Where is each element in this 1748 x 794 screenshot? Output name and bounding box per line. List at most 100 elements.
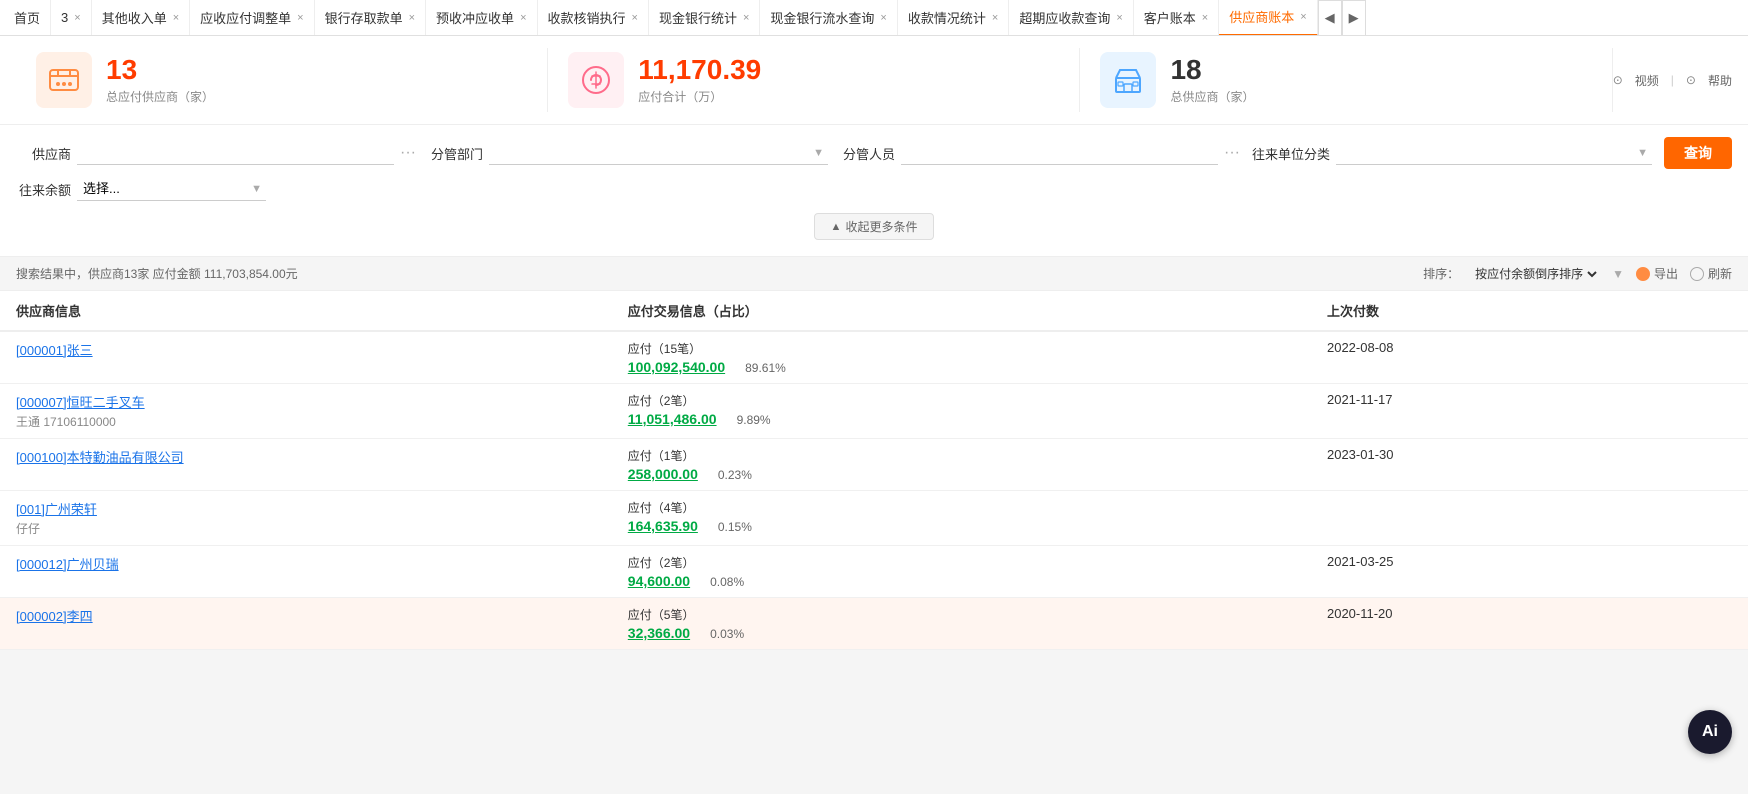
col-header-lastpay: 上次付数 bbox=[1311, 291, 1748, 331]
nav-tab-other-income[interactable]: 其他收入单 × bbox=[92, 0, 190, 36]
last-payment-cell: 2021-03-25 bbox=[1311, 546, 1748, 598]
nav-tab-3[interactable]: 3 × bbox=[51, 0, 92, 36]
close-icon[interactable]: × bbox=[880, 12, 886, 24]
supplier-info-cell: [000002]李四 bbox=[0, 598, 612, 650]
balance-filter: 往来余额 选择... ▼ bbox=[16, 177, 266, 201]
close-icon[interactable]: × bbox=[992, 12, 998, 24]
supplier-link[interactable]: [000002]李四 bbox=[16, 609, 93, 624]
nav-tab-customer-ledger[interactable]: 客户账本 × bbox=[1134, 0, 1219, 36]
chevron-up-icon: ▲ bbox=[831, 221, 842, 233]
total-supplier-label: 总供应商（家） bbox=[1170, 88, 1254, 105]
nav-tab-bank-deposit[interactable]: 银行存取款单 × bbox=[315, 0, 426, 36]
close-icon[interactable]: × bbox=[409, 12, 415, 24]
last-payment-cell: 2020-11-20 bbox=[1311, 598, 1748, 650]
summary-bar: 13 总应付供应商（家） 11,170.39 应付合计（万） bbox=[0, 36, 1748, 125]
nav-tab-cash-bank-stat[interactable]: 现金银行统计 × bbox=[649, 0, 760, 36]
close-icon[interactable]: × bbox=[520, 12, 526, 24]
nav-tab-home[interactable]: 首页 bbox=[4, 0, 51, 36]
supplier-table: 供应商信息 应付交易信息（占比） 上次付数 [000001]张三应付（15笔）1… bbox=[0, 291, 1748, 650]
tx-info-cell: 应付（1笔）258,000.000.23% bbox=[612, 439, 1311, 491]
tx-percentage: 0.08% bbox=[710, 575, 744, 589]
video-link[interactable]: 视频 bbox=[1635, 72, 1659, 89]
tx-percentage: 0.23% bbox=[718, 468, 752, 482]
supplier-link[interactable]: [000001]张三 bbox=[16, 343, 93, 358]
total-payable-label: 应付合计（万） bbox=[638, 88, 761, 105]
nav-prev-arrow[interactable]: ◀ bbox=[1318, 0, 1342, 36]
supplier-link[interactable]: [000100]本特勤油品有限公司 bbox=[16, 450, 184, 465]
export-button[interactable]: 导出 bbox=[1636, 265, 1678, 282]
tx-info-cell: 应付（2笔） 94,600.00 0.08% bbox=[612, 546, 1311, 598]
balance-filter-label: 往来余额 bbox=[16, 180, 71, 199]
last-payment-cell: 2021-11-17 bbox=[1311, 384, 1748, 439]
ai-button[interactable]: Ai bbox=[1688, 710, 1732, 754]
category-filter: 往来单位分类 ▼ bbox=[1252, 141, 1652, 165]
supplier-link[interactable]: [000012]广州贝瑞 bbox=[16, 557, 119, 572]
close-icon[interactable]: × bbox=[1300, 11, 1306, 23]
last-payment-cell: 2022-08-08 bbox=[1311, 331, 1748, 384]
help-link[interactable]: 帮助 bbox=[1708, 72, 1732, 89]
supplier-search-dots[interactable]: ··· bbox=[400, 144, 416, 162]
tx-amount[interactable]: 100,092,540.00 bbox=[628, 359, 725, 375]
search-button[interactable]: 查询 bbox=[1664, 137, 1732, 169]
close-icon[interactable]: × bbox=[1202, 12, 1208, 24]
tx-count: 应付（5笔） bbox=[628, 606, 1295, 623]
summary-card-total-payable: 11,170.39 应付合计（万） bbox=[548, 48, 1080, 112]
collapse-button[interactable]: ▲ 收起更多条件 bbox=[814, 213, 935, 240]
help-links: ⊙ 视频 | ⊙ 帮助 bbox=[1613, 48, 1732, 112]
last-payment-cell: 2023-01-30 bbox=[1311, 439, 1748, 491]
filter-area: 供应商 ··· 分管部门 ▼ 分管人员 ··· 往来单位分类 ▼ 查询 往 bbox=[0, 125, 1748, 257]
tx-percentage: 9.89% bbox=[737, 413, 771, 427]
tx-percentage: 0.03% bbox=[710, 627, 744, 641]
tx-info-cell: 应付（4笔）164,635.900.15% bbox=[612, 491, 1311, 546]
refresh-button[interactable]: 刷新 bbox=[1690, 265, 1732, 282]
table-row: [000100]本特勤油品有限公司应付（1笔）258,000.000.23%20… bbox=[0, 439, 1748, 491]
category-select[interactable] bbox=[1336, 141, 1652, 164]
dept-select[interactable] bbox=[489, 141, 828, 164]
supplier-info-cell: [001]广州荣轩仔仔 bbox=[0, 491, 612, 546]
close-icon[interactable]: × bbox=[173, 12, 179, 24]
tx-amount[interactable]: 32,366.00 bbox=[628, 625, 690, 641]
filter-row-1: 供应商 ··· 分管部门 ▼ 分管人员 ··· 往来单位分类 ▼ 查询 bbox=[16, 137, 1732, 169]
nav-tab-receipt-stat[interactable]: 收款情况统计 × bbox=[898, 0, 1009, 36]
supplier-filter: 供应商 ··· bbox=[16, 141, 416, 165]
close-icon[interactable]: × bbox=[1116, 12, 1122, 24]
person-input[interactable] bbox=[901, 141, 1218, 165]
supplier-input[interactable] bbox=[77, 141, 394, 165]
nav-tab-supplier-ledger[interactable]: 供应商账本 × bbox=[1219, 0, 1317, 36]
nav-next-arrow[interactable]: ▶ bbox=[1342, 0, 1366, 36]
close-icon[interactable]: × bbox=[297, 12, 303, 24]
tx-info-cell: 应付（2笔）11,051,486.009.89% bbox=[612, 384, 1311, 439]
balance-select[interactable]: 选择... bbox=[77, 177, 266, 200]
tx-percentage: 89.61% bbox=[745, 361, 786, 375]
tx-amount[interactable]: 94,600.00 bbox=[628, 573, 690, 589]
balance-select-wrap: 选择... ▼ bbox=[77, 177, 266, 201]
supplier-icon bbox=[36, 52, 92, 108]
nav-tab-cash-bank-flow[interactable]: 现金银行流水查询 × bbox=[760, 0, 897, 36]
sort-label: 排序： bbox=[1423, 265, 1459, 282]
close-icon[interactable]: × bbox=[743, 12, 749, 24]
col-header-tx: 应付交易信息（占比） bbox=[612, 291, 1311, 331]
supplier-info-cell: [000012]广州贝瑞 bbox=[0, 546, 612, 598]
store-icon bbox=[1100, 52, 1156, 108]
tx-amount[interactable]: 258,000.00 bbox=[628, 466, 698, 482]
table-row: [000002]李四 应付（5笔） 32,366.00 0.03% 2020-11-20 bbox=[0, 598, 1748, 650]
nav-tab-receipt-verify[interactable]: 收款核销执行 × bbox=[538, 0, 649, 36]
nav-tab-prepay-offset[interactable]: 预收冲应收单 × bbox=[426, 0, 537, 36]
tx-amount[interactable]: 11,051,486.00 bbox=[628, 411, 717, 427]
tx-count: 应付（2笔） bbox=[628, 554, 1295, 571]
table-scroll-area[interactable]: 供应商信息 应付交易信息（占比） 上次付数 [000001]张三应付（15笔）1… bbox=[0, 291, 1748, 650]
export-icon bbox=[1636, 267, 1650, 281]
supplier-link[interactable]: [001]广州荣轩 bbox=[16, 502, 97, 517]
close-icon[interactable]: × bbox=[74, 12, 80, 24]
person-search-dots[interactable]: ··· bbox=[1224, 144, 1240, 162]
tx-amount[interactable]: 164,635.90 bbox=[628, 518, 698, 534]
close-icon[interactable]: × bbox=[632, 12, 638, 24]
nav-tab-overdue-ar[interactable]: 超期应收款查询 × bbox=[1009, 0, 1133, 36]
sort-select[interactable]: 按应付余额倒序排序 bbox=[1471, 266, 1600, 282]
dept-filter: 分管部门 ▼ bbox=[428, 141, 828, 165]
supplier-link[interactable]: [000007]恒旺二手叉车 bbox=[16, 395, 145, 410]
supplier-info-cell: [000001]张三 bbox=[0, 331, 612, 384]
tx-percentage: 0.15% bbox=[718, 520, 752, 534]
person-filter-label: 分管人员 bbox=[840, 144, 895, 163]
nav-tab-ar-ap-adjust[interactable]: 应收应付调整单 × bbox=[190, 0, 314, 36]
